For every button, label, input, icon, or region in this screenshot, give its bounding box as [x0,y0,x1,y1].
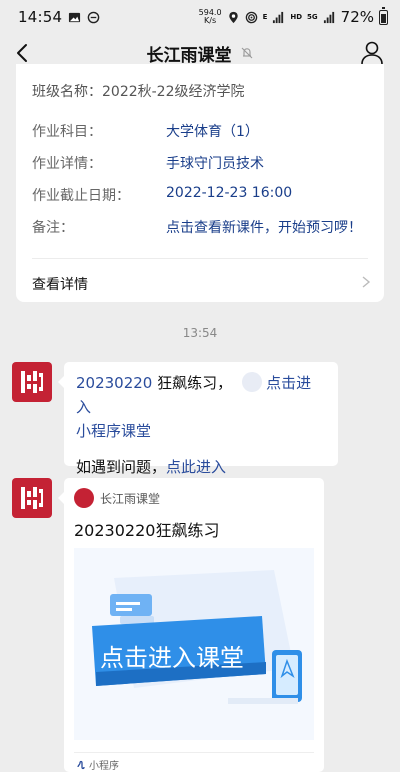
homework-card[interactable]: 班级名称：2022秋-22级经济学院 作业科目： 大学体育（1） 作业详情： 手… [16,64,384,302]
user-profile-icon[interactable] [360,40,384,66]
field-row-detail: 作业详情： 手球守门员技术 [32,156,264,172]
message-timestamp: 13:54 [182,326,218,340]
signal-icon [273,11,284,23]
location-icon [228,11,238,23]
back-arrow-icon[interactable] [10,40,36,66]
view-details-link[interactable]: 查看详情 [32,274,88,294]
hotspot-icon [245,11,257,23]
battery-icon [379,6,388,25]
mini-program-card[interactable]: 长江雨课堂 20230220狂飙练习 点击进入课堂 小程序 [58,478,324,772]
mini-program-cover[interactable]: 点击进入课堂 [74,548,314,740]
sender-avatar[interactable] [12,362,52,402]
status-time: 14:54 [18,8,63,26]
class-name-row: 班级名称：2022秋-22级经济学院 [32,84,245,100]
minus-circle-icon [87,11,100,23]
battery-percent: 72% [340,8,374,26]
text-message-bubble[interactable]: 20230220 狂飙练习， 点击进入 小程序课堂 如遇到问题，点此进入 [58,362,338,476]
mini-program-icon [77,760,85,769]
mini-program-logo-icon [74,488,94,508]
cover-illustration: 点击进入课堂 [74,548,314,740]
field-row-note: 备注： 点击查看新课件，开始预习啰！ [32,220,362,236]
mini-program-source: 长江雨课堂 [74,488,160,508]
sender-avatar[interactable] [12,478,52,518]
rain-classroom-logo-icon [21,371,43,393]
divider [74,752,314,753]
link-icon [242,372,263,392]
mini-classroom-link[interactable]: 小程序课堂 [76,422,151,440]
signal-5g-icon [323,11,334,23]
field-row-deadline: 作业截止日期： 2022-12-23 16:00 [32,185,293,204]
mini-program-footer: 小程序 [76,757,119,772]
chevron-right-icon [362,276,371,288]
cover-text: 点击进入课堂 [100,644,244,672]
gallery-icon [69,12,81,22]
field-row-subject: 作业科目： 大学体育（1） [32,124,259,140]
net-speed: 594.0 K/s [198,8,222,25]
status-bar: 14:54 594.0 K/s E HD 5G 72% [0,0,400,34]
problem-link[interactable]: 点此进入 [166,458,226,476]
rain-classroom-logo-icon [21,487,43,509]
mini-program-title: 20230220狂飙练习 [74,521,220,540]
divider [32,258,368,259]
chat-title: 长江雨课堂 [146,45,232,66]
mute-bell-icon [241,47,252,59]
